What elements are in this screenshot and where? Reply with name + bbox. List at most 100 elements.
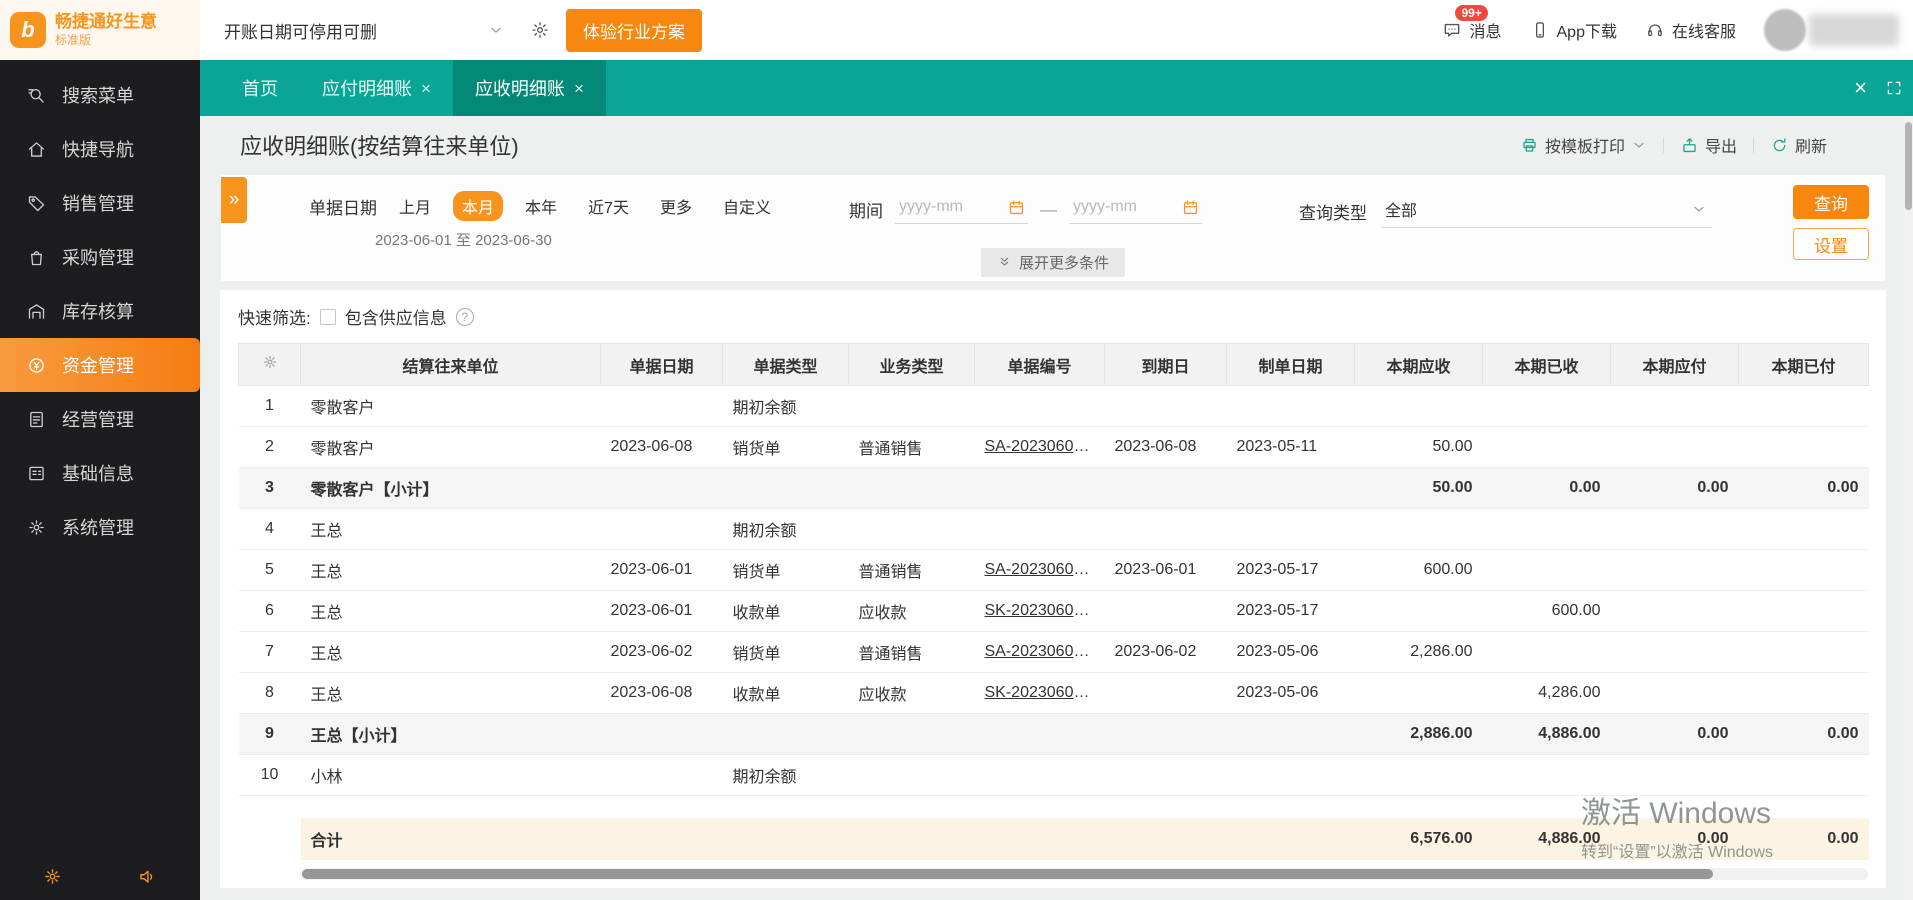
settings-button[interactable]: 设置 xyxy=(1793,228,1869,260)
table-cell: 王总 xyxy=(300,672,601,714)
table-row[interactable]: 6 王总 2023-06-01 收款单 应收款 SK-20230601-0 2023-05-… xyxy=(238,590,1869,632)
user-profile[interactable] xyxy=(1764,9,1899,51)
table-panel: 快速筛选: 包含供应信息 ? 结算往来单位 单据日期 单据类型 业务类型 单据编… xyxy=(220,290,1886,888)
opening-date-select[interactable]: 开账日期可停用可删 xyxy=(214,12,514,49)
table-cell xyxy=(1104,467,1227,509)
sidebar-item-sales[interactable]: 销售管理 xyxy=(0,176,200,230)
period-to-input[interactable] xyxy=(1071,197,1177,217)
col-header: 单据日期 xyxy=(600,343,723,386)
table-cell xyxy=(1104,754,1227,796)
table-row[interactable]: 3 零散客户【小计】 50.00 0.00 0.00 0.00 xyxy=(238,467,1869,509)
table-cell: 应收款 xyxy=(848,672,975,714)
table-row[interactable]: 4 王总 期初余额 xyxy=(238,508,1869,550)
row-number: 3 xyxy=(238,467,301,509)
help-icon[interactable]: ? xyxy=(455,307,474,326)
range-more-button[interactable]: 更多 xyxy=(651,191,701,221)
sidebar-item-base-info[interactable]: 基础信息 xyxy=(0,446,200,500)
messages-button[interactable]: 99+ 消息 xyxy=(1442,5,1502,42)
sidebar-item-quick-nav[interactable]: 快捷导航 xyxy=(0,122,200,176)
chevron-down-icon xyxy=(1634,142,1644,148)
range-this-month-button[interactable]: 本月 xyxy=(453,191,504,221)
table-row[interactable]: 10 小林 期初余额 xyxy=(238,754,1869,796)
doc-no-link[interactable]: SA-20230601-0 xyxy=(985,561,1097,578)
close-icon[interactable]: × xyxy=(574,80,584,97)
table-cell: 0.00 xyxy=(1610,713,1739,755)
tab-label: 应收明细账 xyxy=(474,79,565,99)
sidebar-item-purchase[interactable]: 采购管理 xyxy=(0,230,200,284)
tab-payable-ledger[interactable]: 应付明细账 × xyxy=(300,60,453,116)
range-last-month-button[interactable]: 上月 xyxy=(390,191,440,221)
tab-receivable-ledger[interactable]: 应收明细账 × xyxy=(452,60,606,116)
table-cell xyxy=(1104,672,1227,714)
speaker-icon[interactable] xyxy=(137,866,158,887)
opening-date-select-value: 开账日期可停用可删 xyxy=(224,22,377,42)
col-header: 本期应收 xyxy=(1354,343,1483,386)
table-cell xyxy=(600,713,723,755)
doc-no-link[interactable]: SK-20230601-0 xyxy=(985,602,1097,619)
divider xyxy=(1662,137,1664,153)
table-cell xyxy=(1104,713,1227,755)
sidebar-item-funds[interactable]: 资金管理 xyxy=(0,338,200,392)
range-this-year-button[interactable]: 本年 xyxy=(516,191,566,221)
collapse-filter-tab[interactable]: » xyxy=(221,177,247,223)
expand-more-conditions[interactable]: 展开更多条件 xyxy=(980,248,1126,277)
row-number: 9 xyxy=(238,713,301,755)
doc-no-link[interactable]: SA-20230602-0 xyxy=(985,643,1097,660)
table-cell xyxy=(1354,590,1483,632)
print-by-template-button[interactable]: 按模板打印 xyxy=(1520,133,1647,157)
divider xyxy=(1752,137,1754,153)
sidebar-item-business[interactable]: 经营管理 xyxy=(0,392,200,446)
refresh-label: 刷新 xyxy=(1794,139,1827,156)
doc-no-link[interactable]: SK-20230608-0 xyxy=(985,684,1097,701)
horizontal-scrollbar-thumb[interactable] xyxy=(302,868,1714,879)
horizontal-scrollbar[interactable] xyxy=(300,867,1868,880)
messages-badge: 99+ xyxy=(1455,5,1488,21)
range-custom-button[interactable]: 自定义 xyxy=(714,191,780,221)
settings-gear-icon[interactable] xyxy=(42,866,63,887)
online-service-button[interactable]: 在线客服 xyxy=(1645,18,1736,42)
refresh-button[interactable]: 刷新 xyxy=(1770,133,1827,157)
print-label: 按模板打印 xyxy=(1544,139,1625,156)
total-payable: 0.00 xyxy=(1610,817,1739,860)
table-row[interactable]: 7 王总 2023-06-02 销货单 普通销售 SA-20230602-0 2023-06… xyxy=(238,631,1869,673)
trial-solution-button[interactable]: 体验行业方案 xyxy=(566,8,702,52)
gear-icon[interactable] xyxy=(530,20,550,40)
query-type-select[interactable]: 全部 xyxy=(1381,195,1711,228)
column-settings-header[interactable] xyxy=(238,343,301,386)
calendar-icon[interactable] xyxy=(1181,198,1200,217)
table-row[interactable]: 8 王总 2023-06-08 收款单 应收款 SK-20230608-0 2023-05-… xyxy=(238,672,1869,714)
include-supplier-checkbox[interactable] xyxy=(319,308,336,325)
export-button[interactable]: 导出 xyxy=(1680,133,1737,157)
sidebar: b 畅捷通好生意 标准版 搜索菜单 快捷导航 销售管理 采购管理 库存核算 资金… xyxy=(0,0,200,900)
period-from-input[interactable] xyxy=(897,197,1003,217)
vertical-scrollbar-thumb[interactable] xyxy=(1905,122,1912,210)
app-download-button[interactable]: App下载 xyxy=(1530,18,1617,42)
table-row[interactable]: 5 王总 2023-06-01 销货单 普通销售 SA-20230601-0 2023-06… xyxy=(238,549,1869,591)
vertical-scrollbar[interactable] xyxy=(1904,116,1913,900)
close-all-icon[interactable]: × xyxy=(1854,77,1867,99)
search-button[interactable]: 查询 xyxy=(1793,185,1869,219)
fullscreen-icon[interactable] xyxy=(1885,79,1903,97)
sidebar-item-inventory[interactable]: 库存核算 xyxy=(0,284,200,338)
tab-home[interactable]: 首页 xyxy=(220,60,300,116)
query-type-value: 全部 xyxy=(1385,203,1418,220)
close-icon[interactable]: × xyxy=(421,80,431,97)
range-last7days-button[interactable]: 近7天 xyxy=(579,191,638,221)
include-supplier-label: 包含供应信息 xyxy=(344,309,447,328)
table-cell xyxy=(1226,385,1355,427)
table-row[interactable]: 9 王总【小计】 2,886.00 4,886.00 0.00 0.00 xyxy=(238,713,1869,755)
table-cell xyxy=(1610,754,1739,796)
sidebar-item-search-menu[interactable]: 搜索菜单 xyxy=(0,68,200,122)
table-row[interactable]: 2 零散客户 2023-06-08 销货单 普通销售 SA-20230608-0 2023-… xyxy=(238,426,1869,468)
calendar-icon[interactable] xyxy=(1007,198,1026,217)
table-cell: 王总 xyxy=(300,631,601,673)
query-type-label: 查询类型 xyxy=(1299,204,1367,223)
table-cell: 零散客户【小计】 xyxy=(300,467,601,509)
table-cell: 王总【小计】 xyxy=(300,713,601,755)
table-cell: 2023-05-17 xyxy=(1226,590,1355,632)
sidebar-item-system[interactable]: 系统管理 xyxy=(0,500,200,554)
table-row[interactable]: 1 零散客户 期初余额 xyxy=(238,385,1869,427)
doc-no-link[interactable]: SA-20230608-0 xyxy=(985,438,1097,455)
table-cell xyxy=(974,754,1105,796)
content-area: 应收明细账(按结算往来单位) 按模板打印 导出 刷新 » 单据日期 上月 本月 … xyxy=(200,116,1913,900)
